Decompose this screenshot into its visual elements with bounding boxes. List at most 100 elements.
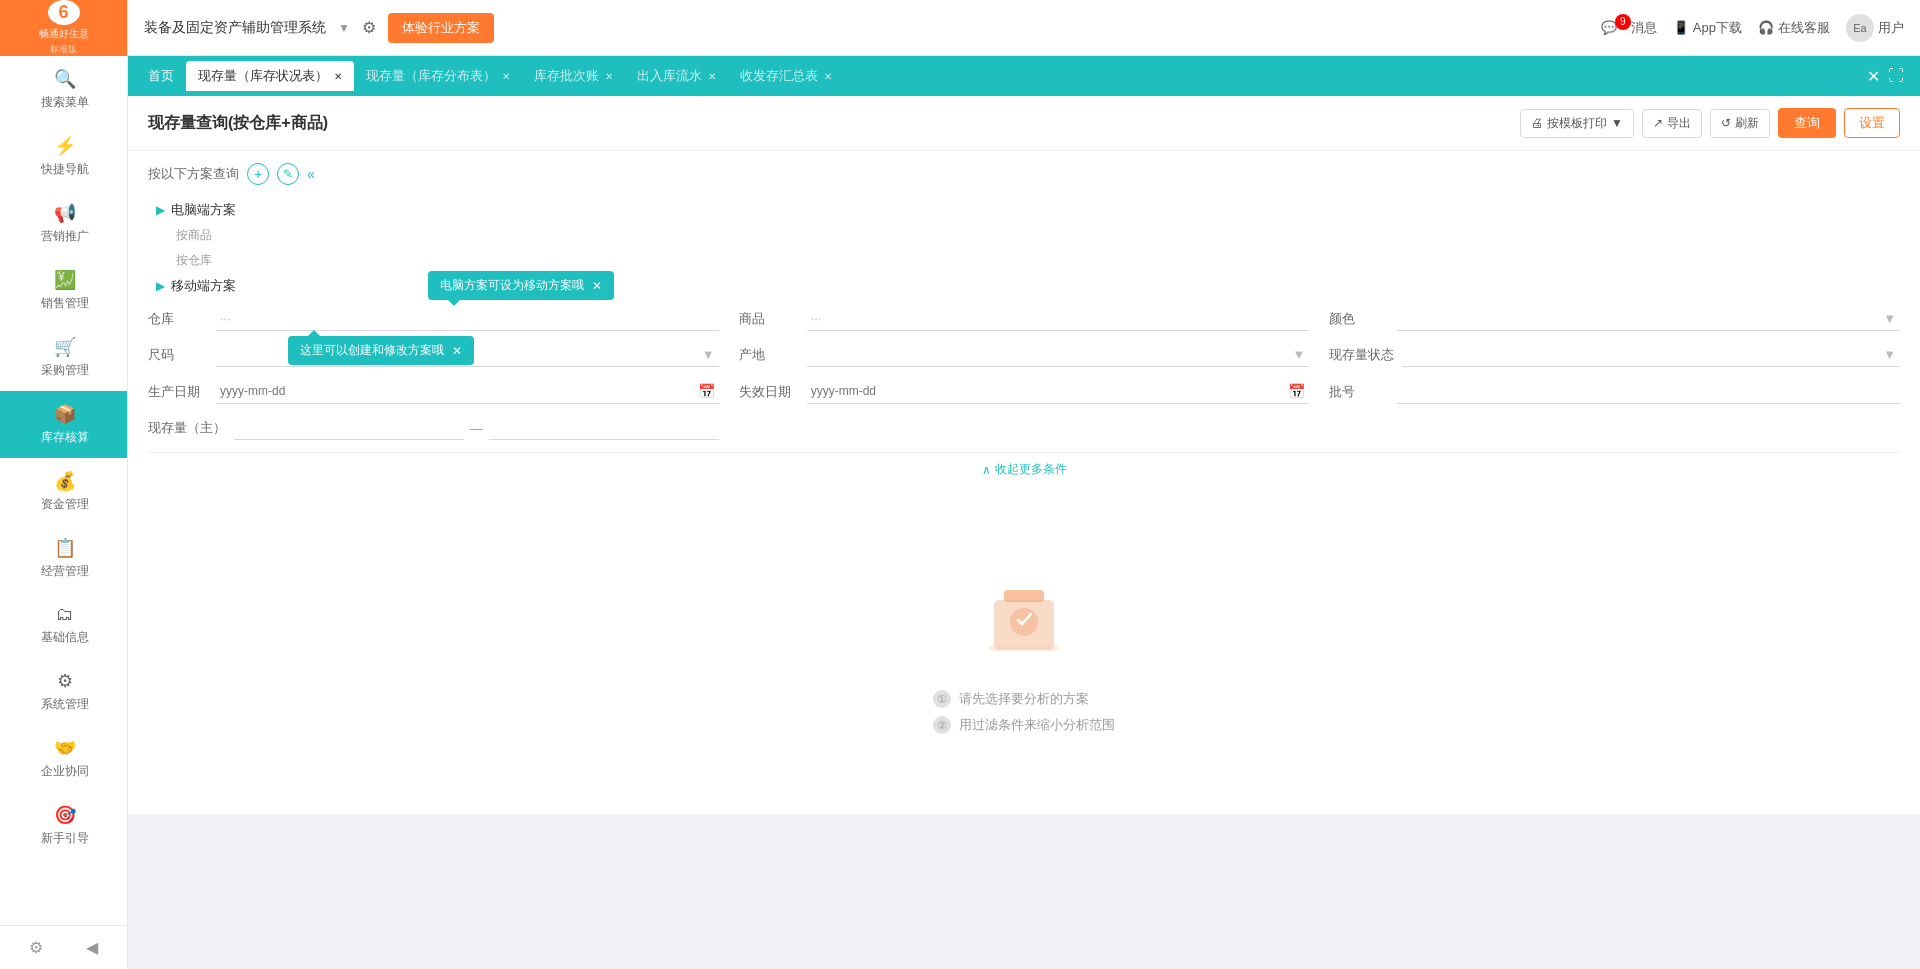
sidebar-item-warehouse[interactable]: 📦 库存核算	[0, 391, 127, 458]
purchase-label: 采购管理	[41, 362, 89, 379]
tab-inventory-dist[interactable]: 现存量（库存分布表） ✕	[354, 61, 522, 91]
tab-inventory-dist-close[interactable]: ✕	[502, 71, 510, 82]
set-btn[interactable]: 设置	[1844, 108, 1900, 138]
filter-edit-btn[interactable]: ✎	[277, 163, 299, 185]
topbar-gear-icon[interactable]: ⚙	[362, 18, 376, 37]
tabs-close-all-icon[interactable]: ✕	[1867, 67, 1880, 86]
color-field: 颜色 ▼	[1329, 307, 1900, 331]
warehouse-select[interactable]: ···	[216, 307, 719, 331]
content-inner: 现存量查询(按仓库+商品) 🖨 按模板打印 ▼ ↗ 导出 ↺ 刷新	[128, 96, 1920, 814]
page-title: 现存量查询(按仓库+商品)	[148, 113, 328, 134]
sidebar-item-finance[interactable]: 💰 资金管理	[0, 458, 127, 525]
scheme-desktop-node[interactable]: ▶ 电脑端方案	[148, 197, 1900, 223]
production-date-input-wrapper[interactable]: 📅	[216, 379, 719, 404]
color-select[interactable]: ▼	[1397, 307, 1900, 331]
query-btn[interactable]: 查询	[1778, 108, 1836, 138]
batch-label: 批号	[1329, 383, 1389, 401]
sidebar-item-purchase[interactable]: 🛒 采购管理	[0, 324, 127, 391]
tooltip1-close[interactable]: ✕	[592, 279, 602, 293]
production-date-input[interactable]	[220, 384, 694, 398]
sidebar-item-guide[interactable]: 🎯 新手引导	[0, 792, 127, 859]
filter-header: 按以下方案查询 + ✎ «	[148, 163, 1900, 185]
avatar-abbr: Ea	[1853, 22, 1866, 34]
tabs-fullscreen-icon[interactable]: ⛶	[1888, 67, 1904, 85]
expiry-date-input[interactable]	[811, 384, 1285, 398]
industry-btn[interactable]: 体验行业方案	[388, 13, 494, 43]
sidebar-item-search-menu[interactable]: 🔍 搜索菜单	[0, 56, 127, 123]
sidebar-item-basic[interactable]: 🗂 基础信息	[0, 592, 127, 658]
user-label: 用户	[1878, 19, 1904, 37]
tab-inventory-dist-label: 现存量（库存分布表）	[366, 67, 496, 85]
user-menu[interactable]: Ea 用户	[1846, 14, 1904, 42]
production-date-label: 生产日期	[148, 383, 208, 401]
app-download-btn[interactable]: 📱 App下载	[1673, 19, 1742, 37]
origin-select[interactable]: ▼	[807, 343, 1310, 367]
print-btn[interactable]: 🖨 按模板打印 ▼	[1520, 109, 1634, 138]
goods-label: 商品	[739, 310, 799, 328]
sidebar-item-marketing[interactable]: 📢 营销推广	[0, 190, 127, 257]
content-area: 现存量查询(按仓库+商品) 🖨 按模板打印 ▼ ↗ 导出 ↺ 刷新	[128, 96, 1920, 969]
empty-state: ① 请先选择要分析的方案 ② 用过滤条件来缩小分析范围	[128, 490, 1920, 814]
inventory-range-max[interactable]	[489, 416, 719, 440]
scheme-tree: ▶ 电脑端方案 按商品 按仓库 ▶ 移动端方案	[148, 197, 1900, 299]
export-icon: ↗	[1653, 116, 1663, 130]
print-dropdown-icon: ▼	[1611, 116, 1623, 130]
filter-back-btn[interactable]: «	[307, 166, 315, 182]
message-btn[interactable]: 💬 9 消息	[1601, 19, 1657, 37]
scheme-mobile-arrow: ▶	[156, 279, 165, 293]
expiry-date-input-wrapper[interactable]: 📅	[807, 379, 1310, 404]
inventory-status-select[interactable]: ▼	[1402, 343, 1900, 367]
tab-recv-summary-label: 收发存汇总表	[740, 67, 818, 85]
expiry-date-cal-icon[interactable]: 📅	[1288, 383, 1305, 399]
inventory-range-min[interactable]	[234, 416, 464, 440]
tab-inventory-status-close[interactable]: ✕	[334, 71, 342, 82]
tab-inout-flow-close[interactable]: ✕	[708, 71, 716, 82]
refresh-btn[interactable]: ↺ 刷新	[1710, 109, 1770, 138]
page-header: 现存量查询(按仓库+商品) 🖨 按模板打印 ▼ ↗ 导出 ↺ 刷新	[128, 96, 1920, 151]
tab-home[interactable]: 首页	[136, 61, 186, 91]
inventory-range-field: 现存量（主） —	[148, 416, 719, 440]
export-btn[interactable]: ↗ 导出	[1642, 109, 1702, 138]
online-support-label: 在线客服	[1778, 19, 1830, 37]
tab-recv-summary[interactable]: 收发存汇总表 ✕	[728, 61, 844, 91]
warehouse-field: 仓库 ···	[148, 307, 719, 331]
inventory-range-label: 现存量（主）	[148, 419, 226, 437]
sidebar-item-system[interactable]: ⚙ 系统管理	[0, 658, 127, 725]
sidebar-item-quick-nav[interactable]: ⚡ 快捷导航	[0, 123, 127, 190]
filter-add-btn[interactable]: +	[247, 163, 269, 185]
batch-input[interactable]	[1397, 380, 1900, 404]
topbar-dropdown-icon[interactable]: ▼	[338, 21, 350, 35]
sidebar-item-sales[interactable]: 💹 销售管理	[0, 257, 127, 324]
tab-recv-summary-close[interactable]: ✕	[824, 71, 832, 82]
tab-batch-account-close[interactable]: ✕	[605, 71, 613, 82]
tooltip2-close[interactable]: ✕	[452, 344, 462, 358]
production-date-field: 生产日期 📅	[148, 379, 719, 404]
tab-inventory-status[interactable]: 现存量（库存状况表） ✕	[186, 61, 354, 91]
print-label: 按模板打印	[1547, 115, 1607, 132]
production-date-cal-icon[interactable]: 📅	[698, 383, 715, 399]
sidebar-collapse-icon[interactable]: ◀	[86, 938, 98, 957]
sidebar-item-operations[interactable]: 📋 经营管理	[0, 525, 127, 592]
basic-label: 基础信息	[41, 629, 89, 646]
goods-field: 商品 ···	[739, 307, 1310, 331]
color-label: 颜色	[1329, 310, 1389, 328]
tab-batch-account[interactable]: 库存批次账 ✕	[522, 61, 625, 91]
expiry-date-label: 失效日期	[739, 383, 799, 401]
online-support-btn[interactable]: 🎧 在线客服	[1758, 19, 1830, 37]
inventory-status-field: 现存量状态 ▼	[1329, 343, 1900, 367]
main-area: 装备及固定资产辅助管理系统 ▼ ⚙ 体验行业方案 💬 9 消息 📱 App下载 …	[128, 0, 1920, 969]
empty-hints: ① 请先选择要分析的方案 ② 用过滤条件来缩小分析范围	[933, 690, 1115, 734]
collapse-bar[interactable]: ∧ 收起更多条件	[148, 452, 1900, 486]
scheme-mobile-node[interactable]: ▶ 移动端方案	[148, 273, 1900, 299]
sidebar-settings-icon[interactable]: ⚙	[29, 938, 43, 957]
inventory-status-label: 现存量状态	[1329, 346, 1394, 364]
goods-select[interactable]: ···	[807, 307, 1310, 331]
sidebar-item-cooperation[interactable]: 🤝 企业协同	[0, 725, 127, 792]
scheme-child-goods[interactable]: 按商品	[168, 223, 1900, 248]
hint-1-text: 请先选择要分析的方案	[959, 690, 1089, 708]
topbar: 装备及固定资产辅助管理系统 ▼ ⚙ 体验行业方案 💬 9 消息 📱 App下载 …	[128, 0, 1920, 56]
tab-inout-flow[interactable]: 出入库流水 ✕	[625, 61, 728, 91]
marketing-icon: 📢	[54, 202, 76, 224]
avatar: Ea	[1846, 14, 1874, 42]
scheme-child-warehouse[interactable]: 按仓库	[168, 248, 1900, 273]
